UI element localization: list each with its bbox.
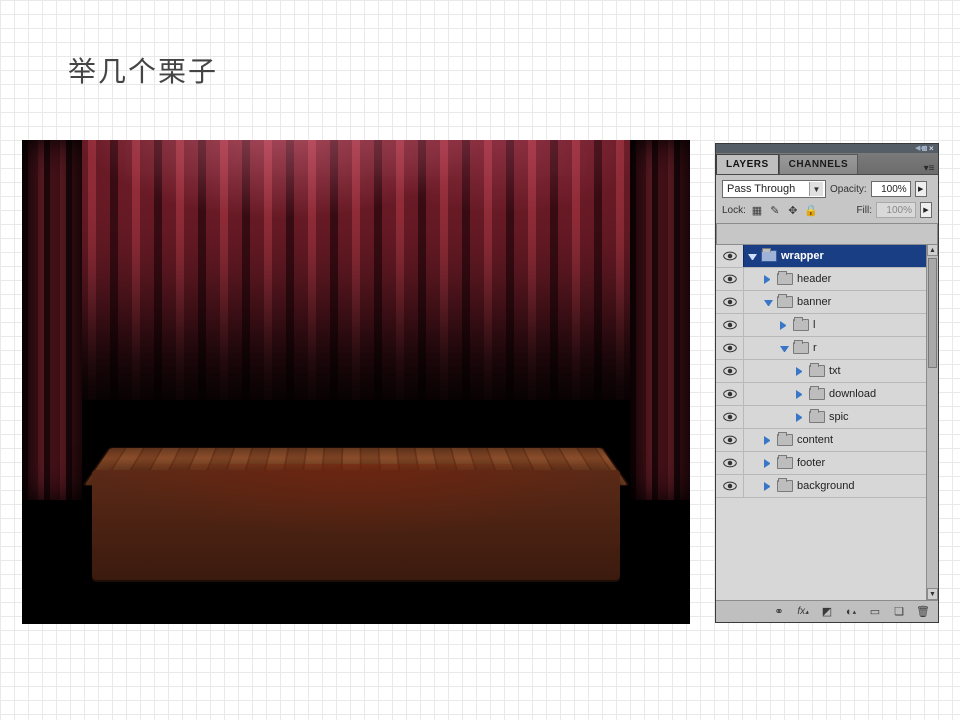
folder-icon xyxy=(793,319,809,331)
chevron-right-icon[interactable] xyxy=(796,390,805,399)
opacity-field[interactable]: 100% xyxy=(871,181,911,197)
folder-icon xyxy=(777,273,793,285)
layer-name: r xyxy=(813,342,817,354)
layers-panel: ◀◀ × LAYERS CHANNELS ▾≡ Pass Through ▼ O… xyxy=(715,143,939,623)
chevron-down-icon[interactable] xyxy=(780,346,789,355)
chevron-down-icon[interactable] xyxy=(764,300,773,309)
layer-row-wrapper[interactable]: wrapper xyxy=(716,245,926,268)
adjustment-icon[interactable]: ◐▴ xyxy=(844,605,858,619)
panel-titlebar: ◀◀ × xyxy=(716,144,938,153)
curtain xyxy=(22,140,690,400)
folder-icon xyxy=(809,411,825,423)
visibility-eye-icon[interactable] xyxy=(716,429,744,451)
chevron-right-icon[interactable] xyxy=(764,275,773,284)
layer-row-header[interactable]: header xyxy=(716,268,926,291)
lock-all-icon[interactable]: 🔒 xyxy=(804,203,818,217)
panel-tabs: LAYERS CHANNELS ▾≡ xyxy=(716,153,938,175)
visibility-eye-icon[interactable] xyxy=(716,383,744,405)
layer-name: txt xyxy=(829,365,841,377)
group-icon[interactable]: ▭ xyxy=(868,605,882,619)
layer-options: Pass Through ▼ Opacity: 100% ▶ Lock: ▦ ✎… xyxy=(716,175,938,224)
visibility-eye-icon[interactable] xyxy=(716,245,744,267)
chevron-down-icon[interactable] xyxy=(748,254,757,263)
folder-icon xyxy=(809,388,825,400)
fill-label: Fill: xyxy=(856,205,872,216)
layers-list: wrapper header banner lrtxt download spic cont… xyxy=(716,244,926,600)
folder-icon xyxy=(777,296,793,308)
lock-transparent-icon[interactable]: ▦ xyxy=(750,203,764,217)
link-icon[interactable]: ⚭ xyxy=(772,605,786,619)
new-layer-icon[interactable]: ❏ xyxy=(892,605,906,619)
visibility-eye-icon[interactable] xyxy=(716,452,744,474)
close-icon[interactable]: × xyxy=(929,146,934,151)
folder-icon xyxy=(777,457,793,469)
lock-move-icon[interactable]: ✥ xyxy=(786,203,800,217)
scroll-up-icon[interactable]: ▲ xyxy=(927,244,938,256)
visibility-eye-icon[interactable] xyxy=(716,406,744,428)
layer-name: content xyxy=(797,434,833,446)
page-title: 举几个栗子 xyxy=(68,50,218,90)
blend-mode-value: Pass Through xyxy=(727,183,795,195)
layer-row-content[interactable]: content xyxy=(716,429,926,452)
layer-name: background xyxy=(797,480,855,492)
visibility-eye-icon[interactable] xyxy=(716,360,744,382)
layer-row-r[interactable]: r xyxy=(716,337,926,360)
layer-name: download xyxy=(829,388,876,400)
scroll-thumb[interactable] xyxy=(928,258,937,368)
layer-row-spic[interactable]: spic xyxy=(716,406,926,429)
floor-glow xyxy=(22,464,690,624)
stage-illustration xyxy=(22,140,690,624)
folder-icon xyxy=(809,365,825,377)
scrollbar[interactable]: ▲ ▼ xyxy=(926,244,938,600)
blend-mode-select[interactable]: Pass Through ▼ xyxy=(722,180,826,198)
chevron-right-icon[interactable] xyxy=(764,482,773,491)
visibility-eye-icon[interactable] xyxy=(716,337,744,359)
mask-icon[interactable]: ◩ xyxy=(820,605,834,619)
folder-icon xyxy=(793,342,809,354)
layer-row-background[interactable]: background xyxy=(716,475,926,498)
layer-row-txt[interactable]: txt xyxy=(716,360,926,383)
layer-row-l[interactable]: l xyxy=(716,314,926,337)
visibility-eye-icon[interactable] xyxy=(716,291,744,313)
trash-icon[interactable]: 🗑 xyxy=(916,605,930,619)
lock-paint-icon[interactable]: ✎ xyxy=(768,203,782,217)
fill-stepper[interactable]: ▶ xyxy=(920,202,932,218)
folder-icon xyxy=(777,434,793,446)
chevron-right-icon[interactable] xyxy=(764,459,773,468)
layer-name: l xyxy=(813,319,815,331)
fill-field: 100% xyxy=(876,202,916,218)
layer-name: spic xyxy=(829,411,849,423)
layer-row-banner[interactable]: banner xyxy=(716,291,926,314)
tab-layers[interactable]: LAYERS xyxy=(716,154,779,174)
chevron-right-icon[interactable] xyxy=(764,436,773,445)
chevron-down-icon: ▼ xyxy=(809,182,823,196)
visibility-eye-icon[interactable] xyxy=(716,475,744,497)
minimize-icon[interactable] xyxy=(922,146,927,151)
visibility-eye-icon[interactable] xyxy=(716,268,744,290)
folder-icon xyxy=(777,480,793,492)
layer-row-download[interactable]: download xyxy=(716,383,926,406)
layer-name: header xyxy=(797,273,831,285)
visibility-eye-icon[interactable] xyxy=(716,314,744,336)
collapse-icon[interactable]: ◀◀ xyxy=(915,146,920,151)
fx-icon[interactable]: fx▴ xyxy=(796,605,810,619)
chevron-right-icon[interactable] xyxy=(796,413,805,422)
chevron-right-icon[interactable] xyxy=(780,321,789,330)
opacity-label: Opacity: xyxy=(830,184,867,195)
scroll-down-icon[interactable]: ▼ xyxy=(927,588,938,600)
layer-name: wrapper xyxy=(781,250,824,262)
chevron-right-icon[interactable] xyxy=(796,367,805,376)
layer-name: footer xyxy=(797,457,825,469)
layer-row-footer[interactable]: footer xyxy=(716,452,926,475)
panel-menu-icon[interactable]: ▾≡ xyxy=(920,163,938,174)
opacity-stepper[interactable]: ▶ xyxy=(915,181,927,197)
layer-name: banner xyxy=(797,296,831,308)
tab-channels[interactable]: CHANNELS xyxy=(779,154,859,174)
panel-footer: ⚭ fx▴ ◩ ◐▴ ▭ ❏ 🗑 xyxy=(716,600,938,622)
folder-icon xyxy=(761,250,777,262)
lock-label: Lock: xyxy=(722,205,746,216)
